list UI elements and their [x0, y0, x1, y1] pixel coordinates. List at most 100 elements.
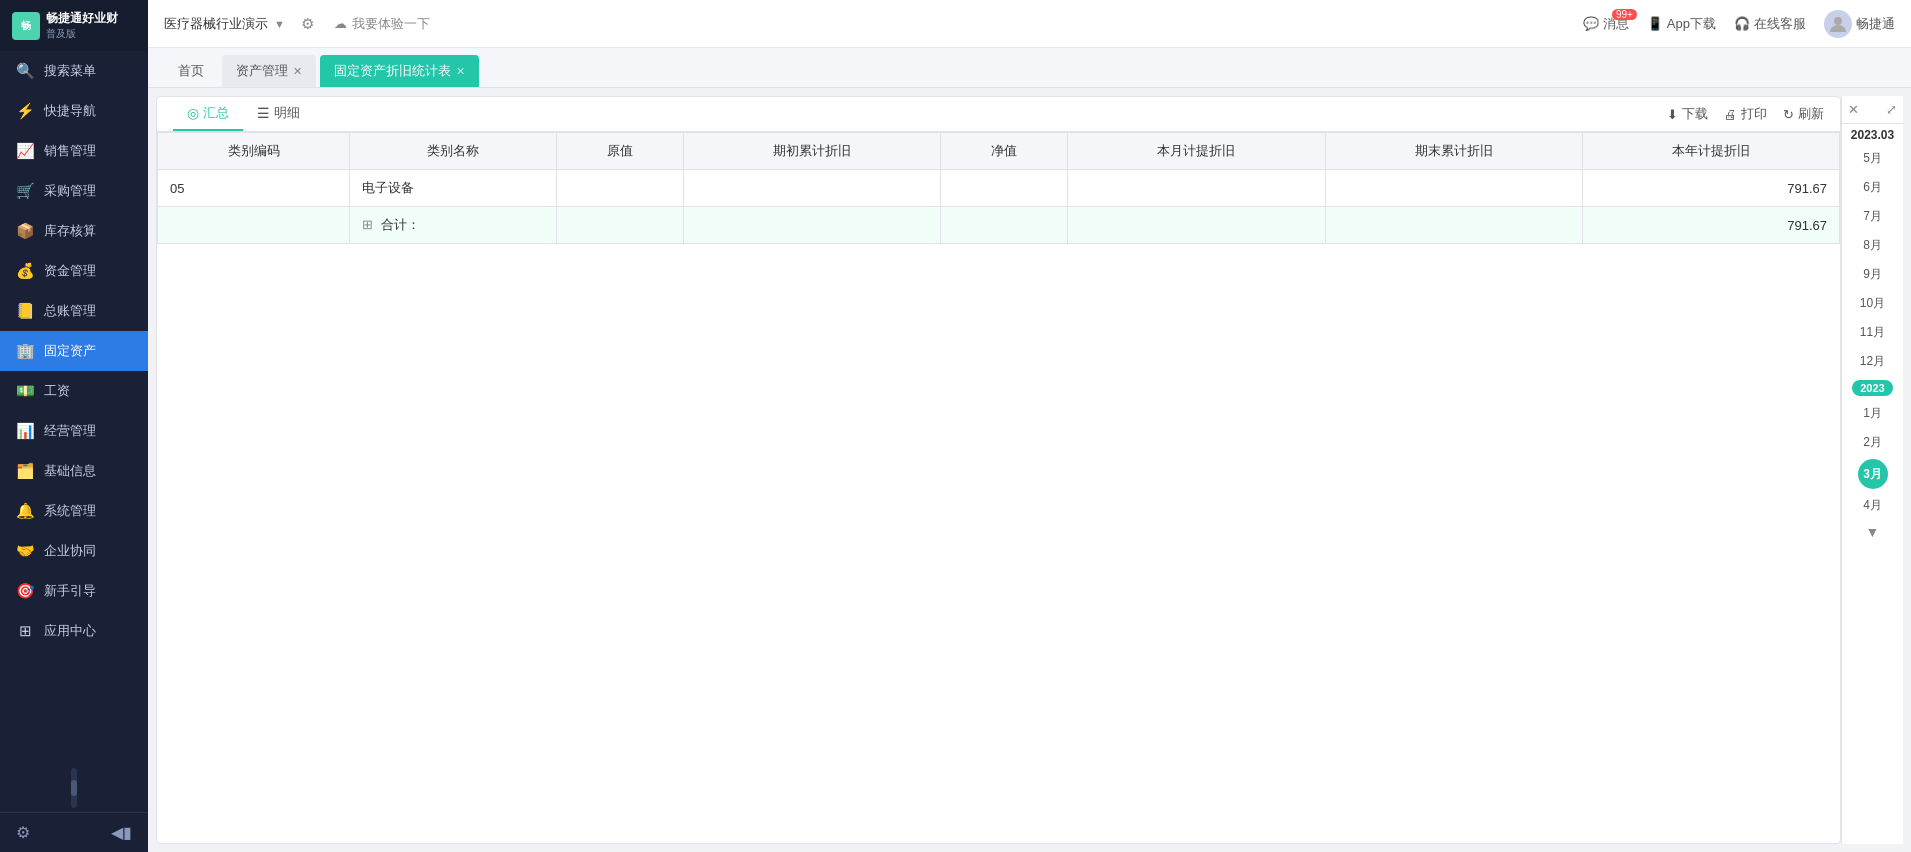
sidebar-item-sales[interactable]: 📈 销售管理 — [0, 131, 148, 171]
sidebar: 畅 畅捷通好业财 普及版 🔍 搜索菜单 ⚡ 快捷导航 📈 销售管理 🛒 采购管理… — [0, 0, 148, 852]
message-btn[interactable]: 💬 消息 99+ — [1583, 15, 1629, 33]
sub-tab-summary[interactable]: ◎ 汇总 — [173, 97, 243, 131]
depreciation-table: 类别编码 类别名称 原值 期初累计折旧 净值 本月计提折旧 期末累计折旧 本年计… — [157, 132, 1840, 244]
sub-tab-detail[interactable]: ☰ 明细 — [243, 97, 314, 131]
message-icon: 💬 — [1583, 16, 1599, 31]
date-item-5[interactable]: 5月 — [1842, 144, 1903, 173]
date-item-2023-3-wrap: 3月 — [1858, 457, 1888, 491]
year-2023-badge[interactable]: 2023 — [1852, 380, 1892, 396]
sidebar-item-cooperation[interactable]: 🤝 企业协同 — [0, 531, 148, 571]
subtotal-original — [556, 207, 683, 244]
user-profile[interactable]: 畅捷通 — [1824, 10, 1895, 38]
row-name: 电子设备 — [350, 170, 556, 207]
col-header-net-value: 净值 — [941, 133, 1068, 170]
date-item-2023-3-active[interactable]: 3月 — [1858, 459, 1888, 489]
table-wrapper: 类别编码 类别名称 原值 期初累计折旧 净值 本月计提折旧 期末累计折旧 本年计… — [157, 132, 1840, 843]
purchase-icon: 🛒 — [16, 182, 34, 200]
customer-service-btn[interactable]: 🎧 在线客服 — [1734, 15, 1806, 33]
app-logo-text: 畅捷通好业财 普及版 — [46, 10, 118, 41]
sidebar-item-ledger[interactable]: 📒 总账管理 — [0, 291, 148, 331]
company-name: 医疗器械行业演示 — [164, 15, 268, 33]
subtotal-opening-dep — [683, 207, 940, 244]
date-panel-header: ✕ ⤢ — [1842, 96, 1903, 124]
sub-tabs: ◎ 汇总 ☰ 明细 — [173, 97, 1667, 131]
download-btn[interactable]: ⬇ 下载 — [1667, 105, 1708, 123]
topbar-right: 💬 消息 99+ 📱 App下载 🎧 在线客服 畅捷通 — [1583, 10, 1895, 38]
date-item-10[interactable]: 10月 — [1842, 289, 1903, 318]
salary-icon: 💵 — [16, 382, 34, 400]
app-download-btn[interactable]: 📱 App下载 — [1647, 15, 1716, 33]
sidebar-item-salary[interactable]: 💵 工资 — [0, 371, 148, 411]
tab-depreciation[interactable]: 固定资产折旧统计表 ✕ — [320, 55, 479, 87]
guide-icon: 🎯 — [16, 582, 34, 600]
col-header-opening-dep: 期初累计折旧 — [683, 133, 940, 170]
sidebar-item-quick-nav[interactable]: ⚡ 快捷导航 — [0, 91, 148, 131]
sidebar-item-app-center[interactable]: ⊞ 应用中心 — [0, 611, 148, 651]
col-header-monthly-dep: 本月计提折旧 — [1068, 133, 1325, 170]
cooperation-icon: 🤝 — [16, 542, 34, 560]
avatar — [1824, 10, 1852, 38]
subtotal-monthly-dep — [1068, 207, 1325, 244]
date-item-12[interactable]: 12月 — [1842, 347, 1903, 376]
topbar: 医疗器械行业演示 ▼ ⚙ ☁ 我要体验一下 💬 消息 99+ 📱 App下载 🎧… — [148, 0, 1911, 48]
date-panel-year-label: 2023.03 — [1842, 124, 1903, 144]
sidebar-item-finance[interactable]: 💰 资金管理 — [0, 251, 148, 291]
date-item-7[interactable]: 7月 — [1842, 202, 1903, 231]
operations-icon: 📊 — [16, 422, 34, 440]
print-btn[interactable]: 🖨 打印 — [1724, 105, 1767, 123]
row-opening-dep — [683, 170, 940, 207]
sidebar-item-basic-info[interactable]: 🗂️ 基础信息 — [0, 451, 148, 491]
col-header-annual-dep: 本年计提折旧 — [1582, 133, 1839, 170]
search-icon: 🔍 — [16, 62, 34, 80]
col-header-closing-dep: 期末累计折旧 — [1325, 133, 1582, 170]
date-panel: ✕ ⤢ 2023.03 5月 6月 7月 8月 9月 10月 11月 12月 2… — [1841, 96, 1903, 844]
tab-asset-mgmt-close[interactable]: ✕ — [293, 65, 302, 78]
date-item-8[interactable]: 8月 — [1842, 231, 1903, 260]
date-panel-close-btn[interactable]: ✕ — [1848, 102, 1859, 117]
ledger-icon: 📒 — [16, 302, 34, 320]
col-header-name: 类别名称 — [350, 133, 556, 170]
message-badge: 99+ — [1612, 9, 1637, 20]
collapse-icon[interactable]: ◀▮ — [111, 823, 132, 842]
date-item-9[interactable]: 9月 — [1842, 260, 1903, 289]
date-item-2023-4[interactable]: 4月 — [1842, 491, 1903, 520]
tab-home[interactable]: 首页 — [164, 55, 218, 87]
date-item-6[interactable]: 6月 — [1842, 173, 1903, 202]
appcenter-icon: ⊞ — [16, 622, 34, 640]
subtotal-net — [941, 207, 1068, 244]
date-item-11[interactable]: 11月 — [1842, 318, 1903, 347]
refresh-btn[interactable]: ↻ 刷新 — [1783, 105, 1824, 123]
experience-btn[interactable]: ☁ 我要体验一下 — [334, 15, 430, 33]
row-annual-dep: 791.67 — [1582, 170, 1839, 207]
date-panel-expand-btn[interactable]: ⤢ — [1886, 102, 1897, 117]
tab-depreciation-close[interactable]: ✕ — [456, 65, 465, 78]
system-icon: 🔔 — [16, 502, 34, 520]
sidebar-item-guide[interactable]: 🎯 新手引导 — [0, 571, 148, 611]
detail-icon: ☰ — [257, 105, 270, 121]
settings-footer-icon[interactable]: ⚙ — [16, 823, 30, 842]
sidebar-item-inventory[interactable]: 📦 库存核算 — [0, 211, 148, 251]
sidebar-item-purchase[interactable]: 🛒 采购管理 — [0, 171, 148, 211]
sidebar-item-system[interactable]: 🔔 系统管理 — [0, 491, 148, 531]
date-item-2023-2[interactable]: 2月 — [1842, 428, 1903, 457]
settings-icon[interactable]: ⚙ — [301, 15, 314, 33]
row-original — [556, 170, 683, 207]
date-nav-down[interactable]: ▼ — [1866, 520, 1880, 544]
tab-asset-mgmt[interactable]: 资产管理 ✕ — [222, 55, 316, 87]
app-logo-icon: 畅 — [12, 12, 40, 40]
company-dropdown-icon: ▼ — [274, 18, 285, 30]
sidebar-item-operations[interactable]: 📊 经营管理 — [0, 411, 148, 451]
company-selector[interactable]: 医疗器械行业演示 ▼ — [164, 15, 285, 33]
main-content: 医疗器械行业演示 ▼ ⚙ ☁ 我要体验一下 💬 消息 99+ 📱 App下载 🎧… — [148, 0, 1911, 852]
sidebar-item-fixed-assets[interactable]: 🏢 固定资产 — [0, 331, 148, 371]
subtotal-icon: ⊞ — [362, 217, 373, 232]
row-closing-dep — [1325, 170, 1582, 207]
sidebar-item-search[interactable]: 🔍 搜索菜单 — [0, 51, 148, 91]
subtotal-code — [158, 207, 350, 244]
subtotal-annual-dep: 791.67 — [1582, 207, 1839, 244]
row-code: 05 — [158, 170, 350, 207]
tabs-bar: 首页 资产管理 ✕ 固定资产折旧统计表 ✕ — [148, 48, 1911, 88]
sales-icon: 📈 — [16, 142, 34, 160]
date-item-2023-1[interactable]: 1月 — [1842, 399, 1903, 428]
col-header-original: 原值 — [556, 133, 683, 170]
